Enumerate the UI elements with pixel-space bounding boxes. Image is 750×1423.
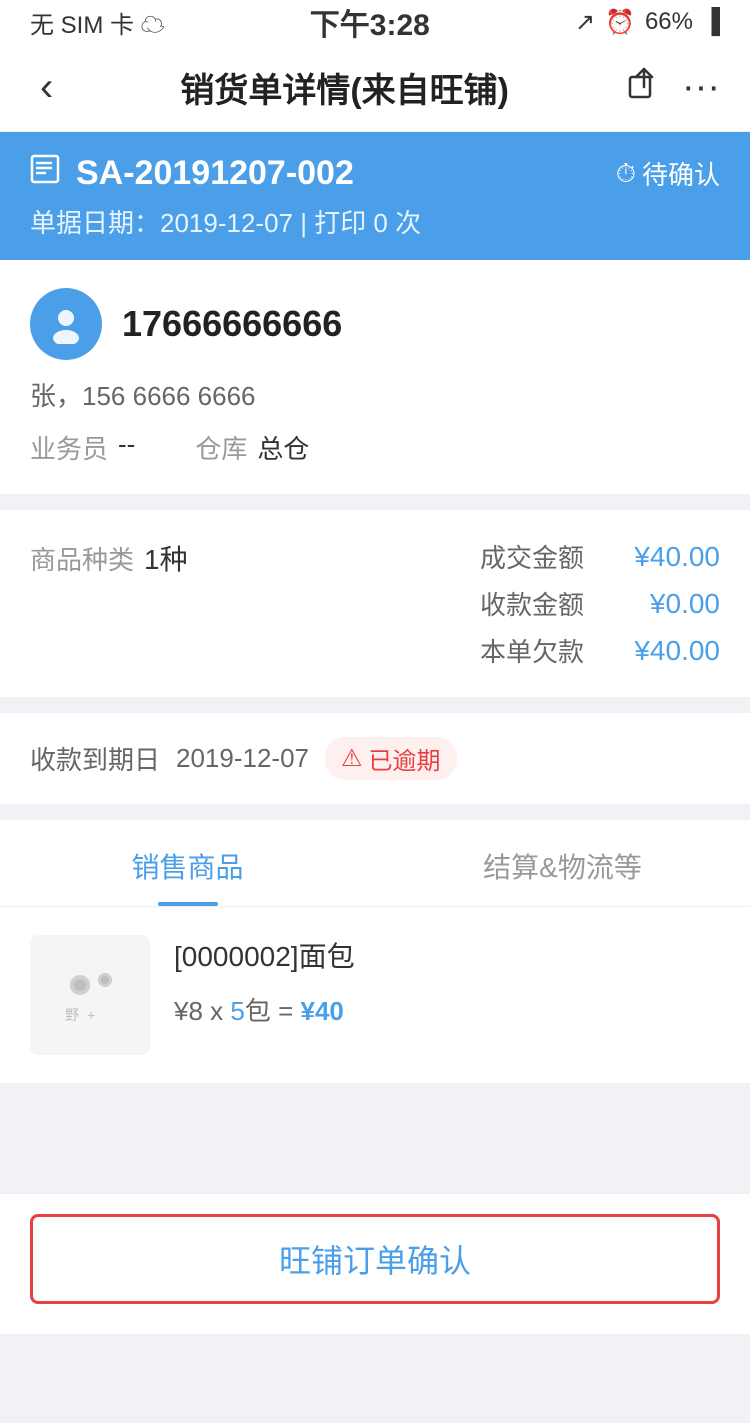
customer-name: 张，156 6666 6666 [30, 376, 720, 413]
svg-text:野: 野 [65, 1007, 79, 1023]
equals-sign: = [271, 996, 301, 1026]
battery-text: 66% [645, 8, 693, 36]
back-button[interactable]: ‹ [30, 55, 63, 120]
tab-settlement[interactable]: 结算&物流等 [375, 820, 750, 906]
deal-amount-value: ¥40.00 [600, 541, 720, 573]
owed-amount-value: ¥40.00 [600, 635, 720, 667]
tabs-section: 销售商品 结算&物流等 野 + [0000002]面包 ¥8 x 5包 = ¥4… [0, 820, 750, 1083]
location-icon: ↗ [575, 8, 595, 37]
status-right: ↗ ⏰ 66% ▐ [575, 8, 720, 37]
order-banner: SA-20191207-002 ⏱ 待确认 单据日期：2019-12-07 | … [0, 132, 750, 260]
kinds-label: 商品种类 [30, 540, 134, 577]
amounts-section: 成交金额 ¥40.00 收款金额 ¥0.00 本单欠款 ¥40.00 [480, 538, 720, 669]
deal-amount-label: 成交金额 [480, 538, 584, 575]
status-left: 无 SIM 卡 ☁ [30, 5, 165, 40]
order-status: ⏱ 待确认 [616, 155, 720, 192]
order-doc-icon [30, 154, 66, 193]
tab-sales-goods[interactable]: 销售商品 [0, 820, 375, 906]
product-thumbnail: 野 + [30, 935, 150, 1055]
warehouse-value: 总仓 [257, 429, 309, 466]
clock-icon: ⏱ [616, 158, 636, 190]
customer-avatar [30, 288, 102, 360]
overdue-badge: ⚠ 已逾期 [325, 737, 457, 780]
customer-meta: 业务员 -- 仓库 总仓 [30, 429, 720, 466]
alarm-icon: ⏰ [605, 8, 635, 37]
order-number: SA-20191207-002 [30, 154, 354, 193]
share-icon[interactable] [626, 65, 662, 111]
salesperson-value: -- [118, 429, 135, 466]
status-bar: 无 SIM 卡 ☁ 下午3:28 ↗ ⏰ 66% ▐ [0, 0, 750, 44]
goods-kinds: 商品种类 1种 [30, 538, 188, 578]
nav-actions: ··· [626, 65, 720, 111]
customer-section: 17666666666 张，156 6666 6666 业务员 -- 仓库 总仓 [0, 260, 750, 494]
tab-settlement-label: 结算&物流等 [483, 852, 642, 883]
nav-bar: ‹ 销货单详情(来自旺铺) ··· [0, 44, 750, 132]
summary-section: 商品种类 1种 成交金额 ¥40.00 收款金额 ¥0.00 本单欠款 ¥40.… [0, 510, 750, 697]
due-date-value: 2019-12-07 [176, 743, 309, 774]
order-date: 单据日期：2019-12-07 | 打印 0 次 [30, 203, 720, 240]
salesperson-label: 业务员 [30, 429, 108, 466]
due-section: 收款到期日 2019-12-07 ⚠ 已逾期 [0, 713, 750, 804]
battery-icon: ▐ [703, 8, 720, 36]
due-date-label: 收款到期日 [30, 740, 160, 777]
product-name: [0000002]面包 [174, 935, 720, 975]
tab-bar: 销售商品 结算&物流等 [0, 820, 750, 907]
product-price: ¥8 x 5包 = ¥40 [174, 991, 720, 1028]
product-info: [0000002]面包 ¥8 x 5包 = ¥40 [174, 935, 720, 1028]
no-sim-text: 无 SIM 卡 ☁ [30, 5, 165, 40]
received-amount-label: 收款金额 [480, 585, 584, 622]
confirm-order-button[interactable]: 旺铺订单确认 [30, 1214, 720, 1304]
order-number-text: SA-20191207-002 [76, 154, 354, 193]
quantity-unit: 包 [245, 996, 271, 1026]
quantity-number: 5 [230, 996, 244, 1026]
customer-phone: 17666666666 [122, 303, 342, 345]
owed-amount-label: 本单欠款 [480, 632, 584, 669]
page-title: 销货单详情(来自旺铺) [180, 63, 509, 112]
overdue-text: 已逾期 [369, 741, 441, 776]
received-amount-value: ¥0.00 [600, 588, 720, 620]
total-price: ¥40 [301, 996, 344, 1026]
warehouse-label: 仓库 [195, 429, 247, 466]
tab-sales-goods-label: 销售商品 [131, 852, 243, 883]
more-icon[interactable]: ··· [682, 66, 720, 109]
kinds-value: 1种 [144, 538, 188, 578]
product-item: 野 + [0000002]面包 ¥8 x 5包 = ¥40 [0, 907, 750, 1083]
status-text: 待确认 [642, 155, 720, 192]
bottom-bar: 旺铺订单确认 [0, 1193, 750, 1334]
status-time: 下午3:28 [310, 0, 430, 44]
overdue-warning-icon: ⚠ [341, 744, 363, 773]
unit-price: ¥8 x [174, 996, 230, 1026]
svg-text:+: + [87, 1007, 95, 1023]
